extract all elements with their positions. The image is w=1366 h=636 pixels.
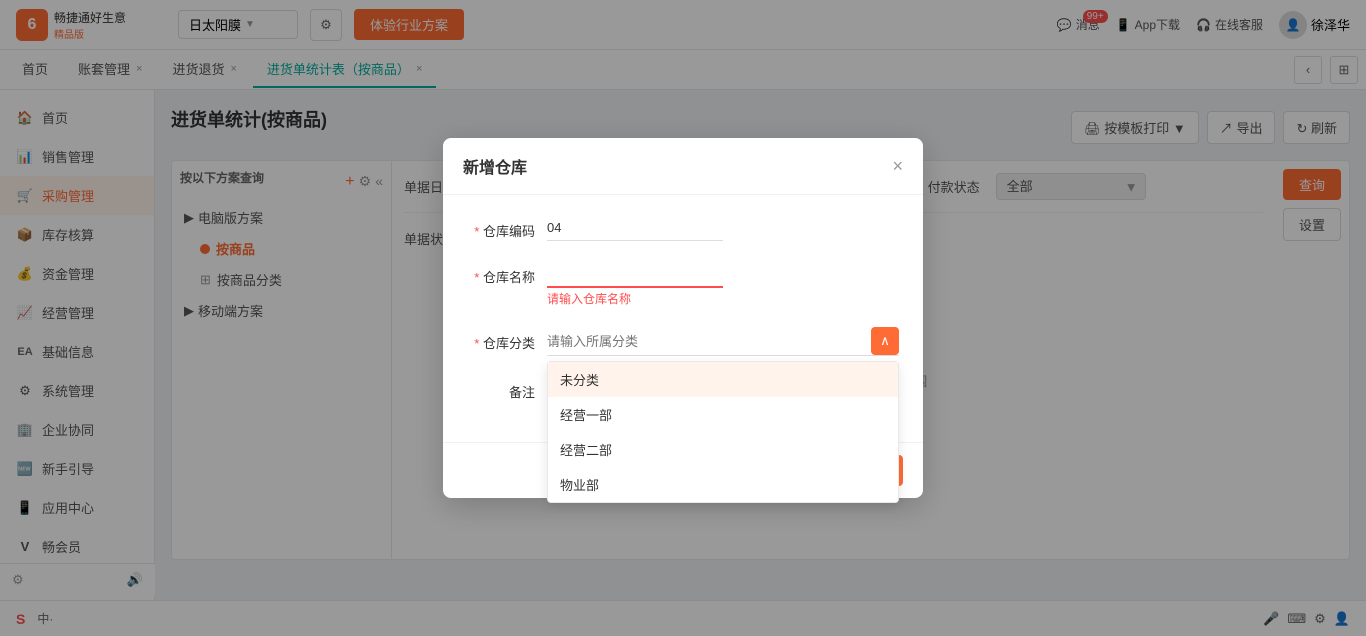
code-input-wrapper xyxy=(547,215,899,241)
name-input[interactable] xyxy=(547,261,723,288)
name-field: * 仓库名称 请输入仓库名称 xyxy=(467,261,899,307)
category-label: * 仓库分类 xyxy=(467,327,547,352)
category-input-row: ∧ xyxy=(547,327,899,356)
code-input[interactable] xyxy=(547,215,723,241)
name-input-wrapper: 请输入仓库名称 xyxy=(547,261,899,307)
modal-overlay[interactable]: 新增仓库 × * 仓库编码 * 仓库名称 xyxy=(0,0,1366,636)
category-input-wrapper: ∧ 未分类 经营一部 经营二部 物业部 xyxy=(547,327,899,356)
category-field: * 仓库分类 ∧ 未分类 经营一部 经营二部 物业部 xyxy=(467,327,899,356)
modal-close-button[interactable]: × xyxy=(892,156,903,177)
category-dropdown: 未分类 经营一部 经营二部 物业部 xyxy=(547,361,899,503)
required-star-cat: * xyxy=(474,336,479,351)
category-option-0[interactable]: 未分类 xyxy=(548,362,898,397)
modal-title: 新增仓库 xyxy=(463,154,527,178)
category-option-3[interactable]: 物业部 xyxy=(548,467,898,502)
remark-label: 备注 xyxy=(467,376,547,401)
new-warehouse-modal: 新增仓库 × * 仓库编码 * 仓库名称 xyxy=(443,138,923,498)
required-star-name: * xyxy=(474,270,479,285)
chevron-up-icon: ∧ xyxy=(880,333,890,349)
code-label: * 仓库编码 xyxy=(467,215,547,240)
required-star-code: * xyxy=(474,224,479,239)
category-input[interactable] xyxy=(547,329,871,354)
category-option-1[interactable]: 经营一部 xyxy=(548,397,898,432)
modal-header: 新增仓库 × xyxy=(443,138,923,195)
name-label: * 仓库名称 xyxy=(467,261,547,286)
category-toggle-button[interactable]: ∧ xyxy=(871,327,899,355)
name-error-msg: 请输入仓库名称 xyxy=(547,290,899,307)
category-option-2[interactable]: 经营二部 xyxy=(548,432,898,467)
code-field: * 仓库编码 xyxy=(467,215,899,241)
modal-body: * 仓库编码 * 仓库名称 请输入仓库名称 xyxy=(443,195,923,442)
